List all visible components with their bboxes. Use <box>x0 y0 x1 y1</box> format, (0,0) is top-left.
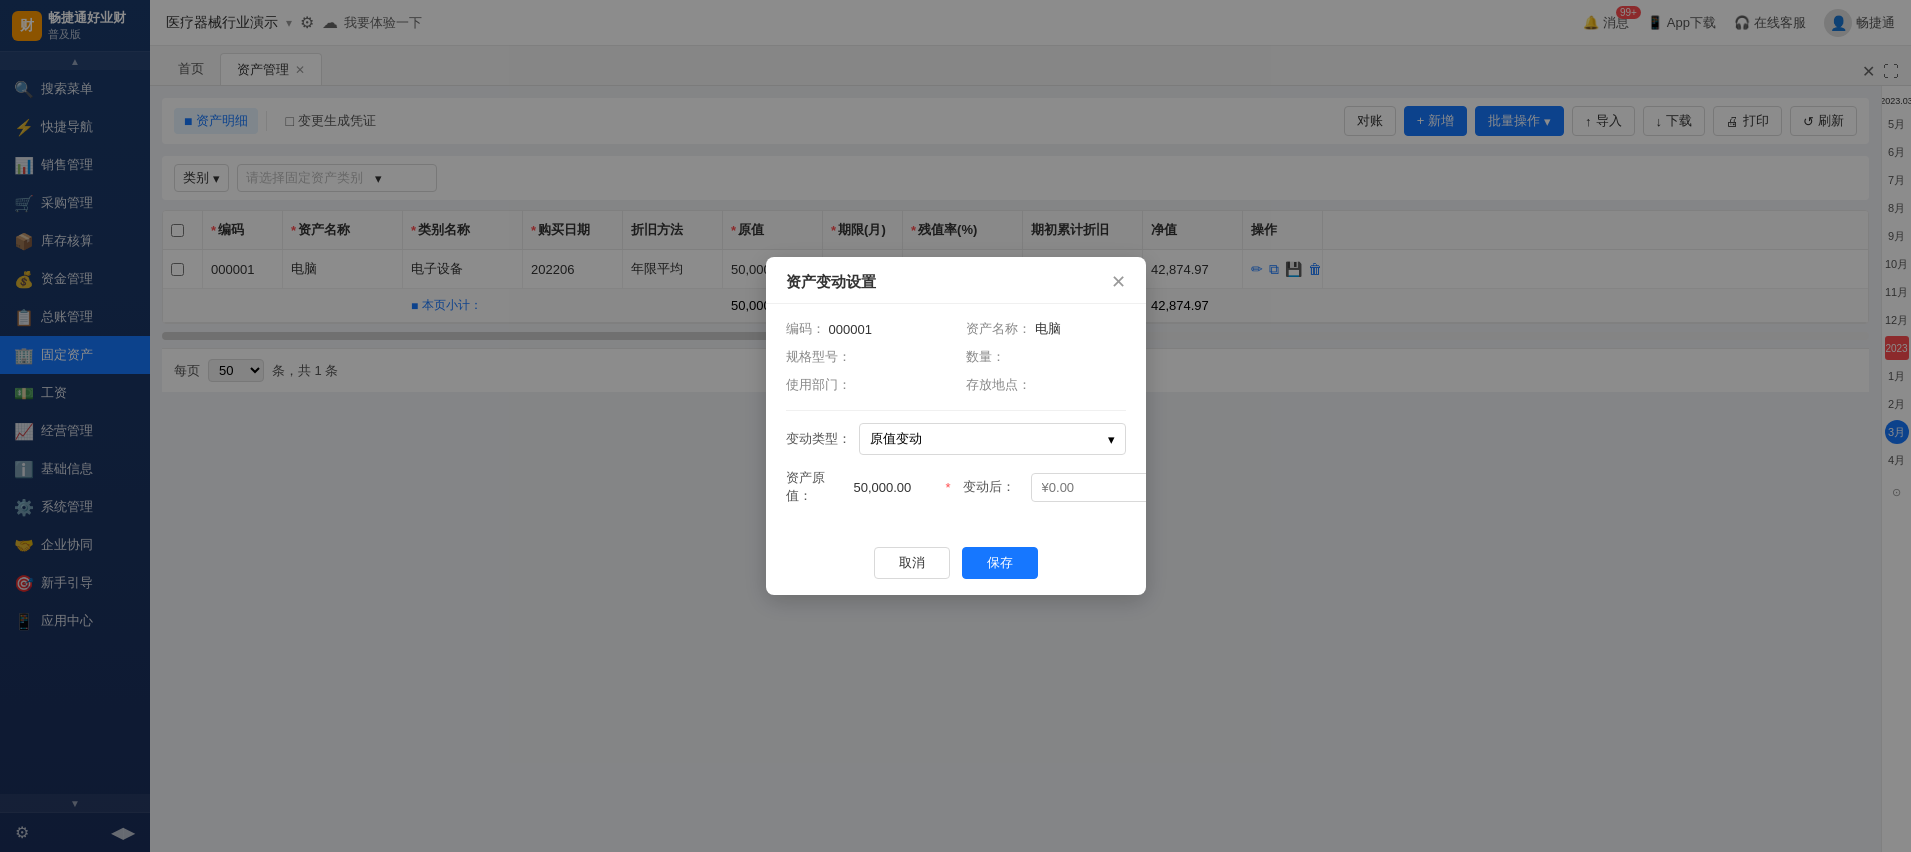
modal-code-label: 编码： <box>786 320 825 338</box>
modal-original-value-value: 50,000.00 <box>854 480 934 495</box>
modal-original-value-label: 资产原值： <box>786 469 846 505</box>
modal-info-grid: 编码： 000001 资产名称： 电脑 规格型号： 数量： 使用部门： <box>786 320 1126 394</box>
modal-quantity-item: 数量： <box>966 348 1126 366</box>
modal-name-label: 资产名称： <box>966 320 1031 338</box>
modal-divider <box>786 410 1126 411</box>
modal-body: 编码： 000001 资产名称： 电脑 规格型号： 数量： 使用部门： <box>766 304 1146 535</box>
modal-code-item: 编码： 000001 <box>786 320 946 338</box>
modal-dept-item: 使用部门： <box>786 376 946 394</box>
modal-code-value: 000001 <box>829 322 872 337</box>
modal-header: 资产变动设置 ✕ <box>766 257 1146 304</box>
modal-value-row: 资产原值： 50,000.00 * 变动后： <box>786 469 1126 505</box>
modal-footer: 取消 保存 <box>766 535 1146 595</box>
modal-name-value: 电脑 <box>1035 320 1061 338</box>
modal-spec-item: 规格型号： <box>786 348 946 366</box>
modal-cancel-btn[interactable]: 取消 <box>874 547 950 579</box>
modal-after-change-input[interactable] <box>1031 473 1146 502</box>
modal-change-type-row: 变动类型： 原值变动 ▾ <box>786 423 1126 455</box>
required-dot: * <box>946 480 951 495</box>
modal-overlay: 资产变动设置 ✕ 编码： 000001 资产名称： 电脑 规格型号： 数量： <box>0 0 1911 852</box>
modal-save-btn[interactable]: 保存 <box>962 547 1038 579</box>
modal-spec-label: 规格型号： <box>786 348 851 366</box>
modal-title: 资产变动设置 <box>786 273 876 292</box>
modal-change-type-select[interactable]: 原值变动 ▾ <box>859 423 1126 455</box>
modal-change-type-value: 原值变动 <box>870 430 922 448</box>
modal-location-item: 存放地点： <box>966 376 1126 394</box>
modal-after-change-label: 变动后： <box>963 478 1023 496</box>
modal-close-btn[interactable]: ✕ <box>1111 271 1126 293</box>
modal-change-type-dropdown-icon: ▾ <box>1108 432 1115 447</box>
modal-quantity-label: 数量： <box>966 348 1005 366</box>
modal-name-item: 资产名称： 电脑 <box>966 320 1126 338</box>
modal-change-type-label: 变动类型： <box>786 430 851 448</box>
modal-dept-label: 使用部门： <box>786 376 851 394</box>
modal-location-label: 存放地点： <box>966 376 1031 394</box>
modal-asset-change: 资产变动设置 ✕ 编码： 000001 资产名称： 电脑 规格型号： 数量： <box>766 257 1146 595</box>
